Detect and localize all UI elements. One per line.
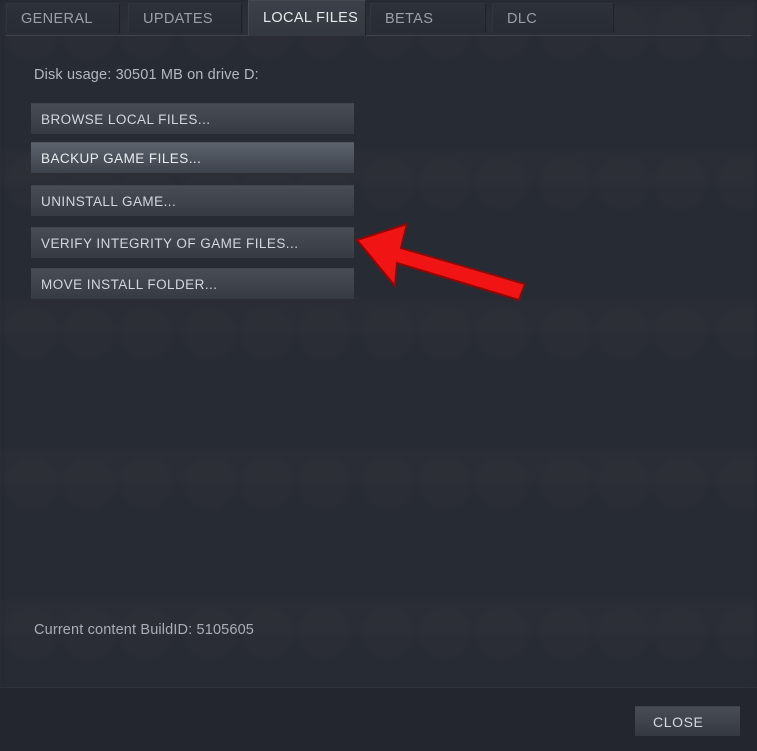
move-install-folder-button[interactable]: MOVE INSTALL FOLDER... [31, 268, 354, 299]
disk-usage-label: Disk usage: 30501 MB on drive D: [34, 67, 259, 83]
tab-general[interactable]: GENERAL [6, 3, 120, 33]
dialog-footer: CLOSE [0, 687, 757, 751]
uninstall-game-button[interactable]: UNINSTALL GAME... [31, 185, 354, 216]
tab-local-files[interactable]: LOCAL FILES [248, 0, 366, 36]
tab-dlc[interactable]: DLC [492, 3, 614, 33]
tab-betas-label: BETAS [385, 11, 434, 27]
tab-dlc-label: DLC [507, 11, 538, 27]
tab-general-label: GENERAL [21, 11, 93, 27]
tab-betas[interactable]: BETAS [370, 3, 486, 33]
local-files-panel: Disk usage: 30501 MB on drive D: BROWSE … [0, 36, 757, 686]
build-id-label: Current content BuildID: 5105605 [34, 622, 255, 638]
tab-updates[interactable]: UPDATES [128, 3, 242, 33]
browse-local-files-button[interactable]: BROWSE LOCAL FILES... [31, 103, 354, 134]
tab-bar: GENERAL UPDATES LOCAL FILES BETAS DLC [0, 0, 757, 36]
tab-underline [6, 35, 751, 36]
verify-integrity-of-game-files-button[interactable]: VERIFY INTEGRITY OF GAME FILES... [31, 227, 354, 258]
tab-local-files-label: LOCAL FILES [263, 10, 359, 26]
backup-game-files-button[interactable]: BACKUP GAME FILES... [31, 142, 354, 173]
close-button[interactable]: CLOSE [635, 706, 740, 736]
tab-updates-label: UPDATES [143, 11, 213, 27]
